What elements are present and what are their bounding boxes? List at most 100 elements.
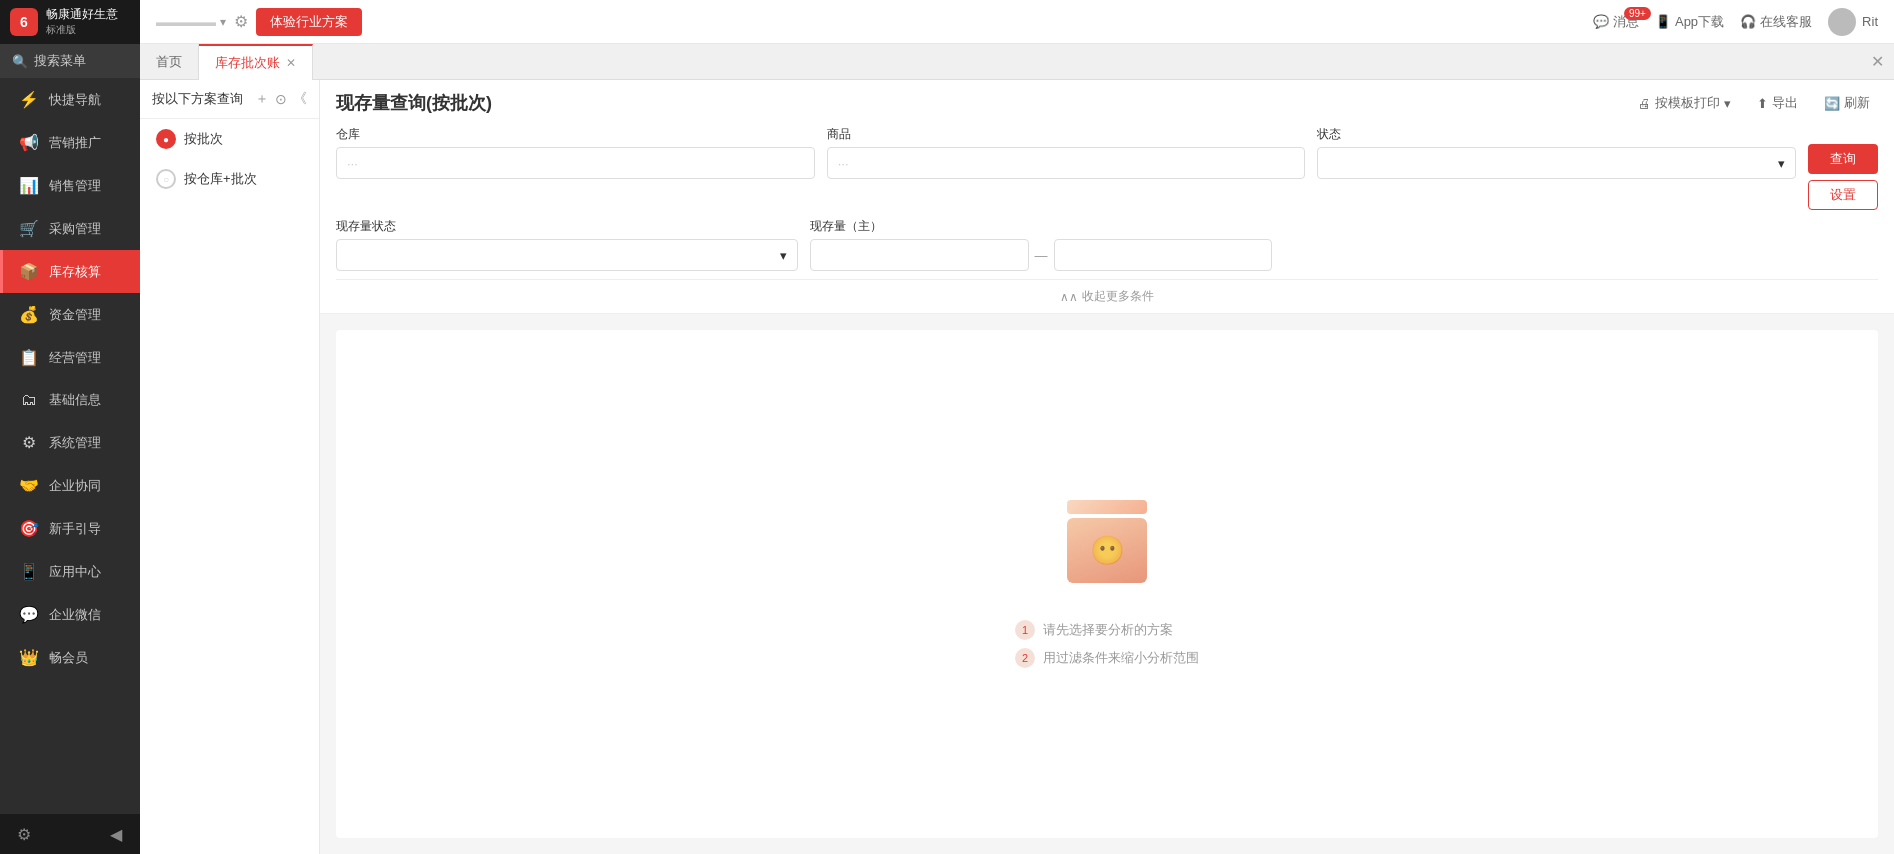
sidebar-item-quick-nav[interactable]: ⚡ 快捷导航 [0, 78, 140, 121]
online-service-button[interactable]: 🎧 在线客服 [1740, 13, 1812, 31]
sidebar-item-label: 畅会员 [49, 649, 88, 667]
sidebar-search[interactable]: 🔍 搜索菜单 [0, 44, 140, 78]
sidebar-item-sales[interactable]: 📊 销售管理 [0, 164, 140, 207]
collapse-sidebar-btn[interactable]: ◀ [104, 822, 128, 846]
scheme-panel-title: 按以下方案查询 [152, 90, 243, 108]
status-select[interactable]: ▾ [1317, 147, 1796, 179]
add-scheme-icon[interactable]: ＋ [255, 90, 269, 108]
sidebar-item-app-center[interactable]: 📱 应用中心 [0, 550, 140, 593]
sidebar-item-operations[interactable]: 📋 经营管理 [0, 336, 140, 379]
chevron-up-icon: ∧∧ [1060, 290, 1078, 304]
sidebar-item-label: 营销推广 [49, 134, 101, 152]
sidebar-item-basics[interactable]: 🗂 基础信息 [0, 379, 140, 421]
qty-min-input[interactable] [810, 239, 1029, 271]
messages-button[interactable]: 💬 消息 99+ [1593, 13, 1639, 31]
search-label: 搜索菜单 [34, 52, 86, 70]
tab-batch-label: 库存批次账 [215, 54, 280, 72]
collapse-bar[interactable]: ∧∧ 收起更多条件 [336, 279, 1878, 313]
breadcrumb-dropdown[interactable]: ▾ [220, 15, 226, 29]
tabs-bar: 首页 库存批次账 ✕ ✕ [140, 44, 1894, 80]
print-icon: 🖨 [1638, 96, 1651, 111]
topbar-left: ▬▬▬▬▬ ▾ ⚙ 体验行业方案 [156, 8, 1581, 36]
service-label: 在线客服 [1760, 13, 1812, 31]
warehouse-input[interactable]: ··· [336, 147, 815, 179]
sidebar-item-label: 应用中心 [49, 563, 101, 581]
empty-state: 😶 1 请先选择要分析的方案 2 用过滤条件来缩小分析范围 [336, 330, 1878, 838]
app-download-button[interactable]: 📱 App下载 [1655, 13, 1724, 31]
main-content: ▬▬▬▬▬ ▾ ⚙ 体验行业方案 💬 消息 99+ 📱 App下载 🎧 在线客服 [140, 0, 1894, 854]
print-button[interactable]: 🖨 按模板打印 ▾ [1630, 90, 1739, 116]
trial-button[interactable]: 体验行业方案 [256, 8, 362, 36]
collapse-panel-icon[interactable]: 《 [293, 90, 307, 108]
inventory-icon: 📦 [19, 262, 39, 281]
sidebar-item-label: 系统管理 [49, 434, 101, 452]
sidebar-item-label: 经营管理 [49, 349, 101, 367]
sidebar: 6 畅康通好生意 标准版 🔍 搜索菜单 ⚡ 快捷导航 📢 营销推广 📊 销售管理… [0, 0, 140, 854]
phone-icon: 📱 [1655, 14, 1671, 29]
qty-max-input[interactable] [1054, 239, 1273, 271]
refresh-button[interactable]: 🔄 刷新 [1816, 90, 1878, 116]
refresh-icon: 🔄 [1824, 96, 1840, 111]
avatar [1828, 8, 1856, 36]
topbar-right: 💬 消息 99+ 📱 App下载 🎧 在线客服 Rit [1593, 8, 1878, 36]
export-button[interactable]: ⬆ 导出 [1749, 90, 1806, 116]
topbar: ▬▬▬▬▬ ▾ ⚙ 体验行业方案 💬 消息 99+ 📱 App下载 🎧 在线客服 [140, 0, 1894, 44]
sidebar-item-purchase[interactable]: 🛒 采购管理 [0, 207, 140, 250]
tab-close-icon[interactable]: ✕ [286, 56, 296, 70]
finance-icon: 💰 [19, 305, 39, 324]
sidebar-item-system[interactable]: ⚙ 系统管理 [0, 421, 140, 464]
tab-close-main[interactable]: ✕ [1861, 44, 1894, 80]
left-panel: 按以下方案查询 ＋ ⊙ 《 ● 按批次 ○ 按仓库+批次 [140, 80, 320, 854]
edition-label: 标准版 [46, 23, 118, 37]
scheme-settings-icon[interactable]: ⊙ [275, 91, 287, 107]
app-download-label: App下载 [1675, 13, 1724, 31]
marketing-icon: 📢 [19, 133, 39, 152]
hint-text-1: 请先选择要分析的方案 [1043, 621, 1173, 639]
empty-illustration: 😶 [1047, 500, 1167, 600]
scheme-by-batch[interactable]: ● 按批次 [140, 119, 319, 159]
sidebar-item-label: 企业协同 [49, 477, 101, 495]
tab-batch-stock[interactable]: 库存批次账 ✕ [199, 44, 313, 80]
inventory-status-select[interactable]: ▾ [336, 239, 798, 271]
scheme-by-warehouse-batch[interactable]: ○ 按仓库+批次 [140, 159, 319, 199]
sidebar-item-enterprise[interactable]: 🤝 企业协同 [0, 464, 140, 507]
system-icon: ⚙ [19, 433, 39, 452]
left-panel-actions: ＋ ⊙ 《 [255, 90, 307, 108]
enterprise-icon: 🤝 [19, 476, 39, 495]
sidebar-item-wechat[interactable]: 💬 企业微信 [0, 593, 140, 636]
breadcrumb: ▬▬▬▬▬ ▾ [156, 15, 226, 29]
qty-range-separator: — [1035, 248, 1048, 263]
guide-icon: 🎯 [19, 519, 39, 538]
inventory-status-dropdown-icon: ▾ [780, 248, 787, 263]
sidebar-item-guide[interactable]: 🎯 新手引导 [0, 507, 140, 550]
message-icon: 💬 [1593, 14, 1609, 29]
sidebar-bottom: ⚙ ◀ [0, 814, 140, 854]
print-label: 按模板打印 [1655, 94, 1720, 112]
sidebar-item-finance[interactable]: 💰 资金管理 [0, 293, 140, 336]
sidebar-item-label: 采购管理 [49, 220, 101, 238]
tab-home[interactable]: 首页 [140, 44, 199, 80]
user-menu[interactable]: Rit [1828, 8, 1878, 36]
user-name: Rit [1862, 14, 1878, 29]
sidebar-item-label: 资金管理 [49, 306, 101, 324]
settings-bottom-btn[interactable]: ⚙ [12, 822, 36, 846]
sidebar-item-marketing[interactable]: 📢 营销推广 [0, 121, 140, 164]
print-dropdown-icon[interactable]: ▾ [1724, 96, 1731, 111]
scheme-by-warehouse-batch-label: 按仓库+批次 [184, 170, 257, 188]
sidebar-item-inventory[interactable]: 📦 库存核算 [0, 250, 140, 293]
sidebar-item-member[interactable]: 👑 畅会员 [0, 636, 140, 679]
product-label: 商品 [827, 126, 1306, 143]
purchase-icon: 🛒 [19, 219, 39, 238]
settings-icon[interactable]: ⚙ [234, 12, 248, 31]
export-label: 导出 [1772, 94, 1798, 112]
sales-icon: 📊 [19, 176, 39, 195]
search-icon: 🔍 [12, 54, 28, 69]
page-content: 按以下方案查询 ＋ ⊙ 《 ● 按批次 ○ 按仓库+批次 现存量查询( [140, 80, 1894, 854]
sidebar-item-label: 库存核算 [49, 263, 101, 281]
query-button[interactable]: 查询 [1808, 144, 1878, 174]
product-input[interactable]: ··· [827, 147, 1306, 179]
settings-button[interactable]: 设置 [1808, 180, 1878, 210]
messages-badge: 99+ [1624, 7, 1651, 20]
scheme-by-batch-label: 按批次 [184, 130, 223, 148]
sidebar-brand-info: 畅康通好生意 标准版 [46, 7, 118, 37]
